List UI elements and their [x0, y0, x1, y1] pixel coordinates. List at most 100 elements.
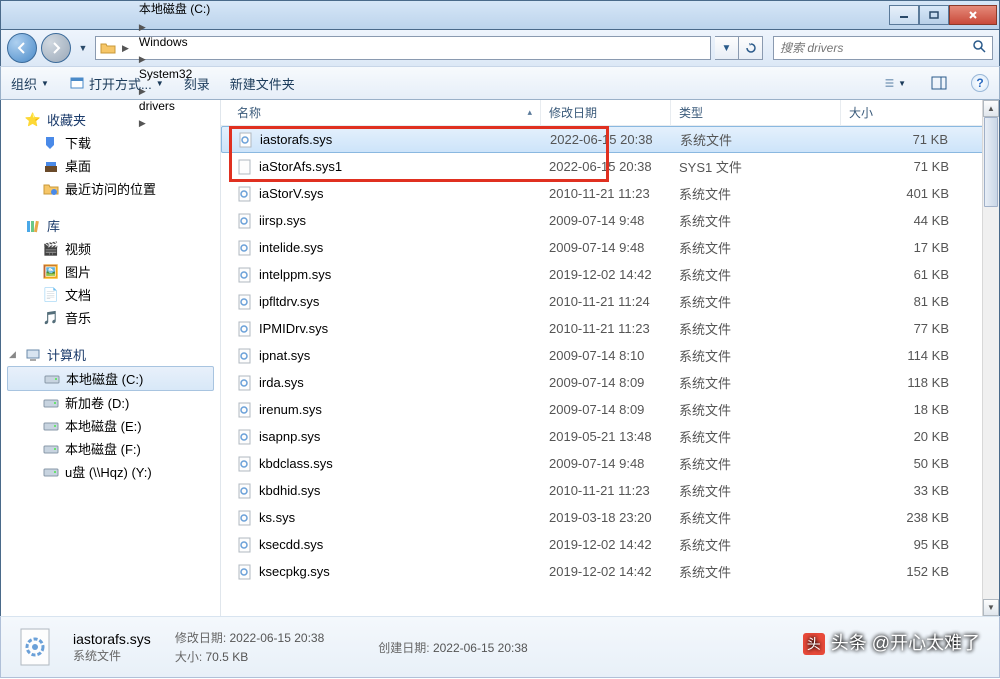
scroll-up-button[interactable]: ▲ [983, 100, 999, 117]
file-type: 系统文件 [671, 454, 841, 473]
expand-icon[interactable]: ◢ [9, 349, 16, 360]
open-icon [69, 75, 85, 91]
close-button[interactable] [949, 5, 997, 25]
nav-icon [43, 135, 59, 151]
file-name: isapnp.sys [259, 429, 320, 444]
column-size[interactable]: 大小 [841, 100, 999, 125]
search-input[interactable] [780, 41, 972, 55]
file-size: 71 KB [841, 159, 999, 174]
history-dropdown-button[interactable]: ▼ [715, 36, 739, 60]
nav-library-item[interactable]: 🖼️图片 [1, 260, 220, 283]
nav-library-item[interactable]: 🎬视频 [1, 237, 220, 260]
file-row[interactable]: ksecdd.sys2019-12-02 14:42系统文件95 KB [221, 531, 999, 558]
scroll-thumb[interactable] [984, 117, 998, 207]
file-row[interactable]: iirsp.sys2009-07-14 9:48系统文件44 KB [221, 207, 999, 234]
address-bar[interactable]: ▶ 计算机▶本地磁盘 (C:)▶Windows▶System32▶drivers… [95, 36, 711, 60]
file-date: 2010-11-21 11:23 [541, 186, 671, 201]
vertical-scrollbar[interactable]: ▲ ▼ [982, 100, 999, 616]
help-button[interactable]: ? [971, 74, 989, 92]
file-size: 50 KB [841, 456, 999, 471]
file-size: 44 KB [841, 213, 999, 228]
nav-drive-item[interactable]: 本地磁盘 (C:) [7, 366, 214, 391]
breadcrumb-separator[interactable]: ▶ [135, 22, 150, 32]
file-row[interactable]: ipnat.sys2009-07-14 8:10系统文件114 KB [221, 342, 999, 369]
details-filename: iastorafs.sys [73, 631, 151, 647]
file-date: 2019-05-21 13:48 [541, 429, 671, 444]
file-icon [237, 483, 253, 499]
file-size: 71 KB [842, 132, 998, 147]
file-row[interactable]: intelide.sys2009-07-14 9:48系统文件17 KB [221, 234, 999, 261]
file-row[interactable]: iaStorAfs.sys12022-06-15 20:38SYS1 文件71 … [221, 153, 999, 180]
file-icon [237, 429, 253, 445]
nav-drive-item[interactable]: u盘 (\\Hqz) (Y:) [1, 460, 220, 483]
scroll-down-button[interactable]: ▼ [983, 599, 999, 616]
file-date: 2010-11-21 11:23 [541, 321, 671, 336]
file-name: ksecdd.sys [259, 537, 323, 552]
file-size: 81 KB [841, 294, 999, 309]
nav-library-item[interactable]: 🎵音乐 [1, 306, 220, 329]
file-row[interactable]: irda.sys2009-07-14 8:09系统文件118 KB [221, 369, 999, 396]
file-row[interactable]: kbdhid.sys2010-11-21 11:23系统文件33 KB [221, 477, 999, 504]
favorites-group[interactable]: ⭐收藏夹 [1, 108, 220, 131]
search-box[interactable] [773, 36, 993, 60]
open-with-menu[interactable]: 打开方式... ▼ [69, 74, 164, 93]
details-pane: iastorafs.sys 系统文件 修改日期: 2022-06-15 20:3… [0, 616, 1000, 678]
nav-favorite-item[interactable]: 桌面 [1, 154, 220, 177]
computer-icon [25, 347, 41, 363]
disk-icon [43, 441, 59, 457]
forward-button[interactable] [41, 33, 71, 63]
column-name[interactable]: 名称▴ [221, 100, 541, 125]
file-row[interactable]: ipfltdrv.sys2010-11-21 11:24系统文件81 KB [221, 288, 999, 315]
nav-icon: 🎬 [43, 241, 59, 257]
file-row[interactable]: kbdclass.sys2009-07-14 9:48系统文件50 KB [221, 450, 999, 477]
file-row[interactable]: iaStorV.sys2010-11-21 11:23系统文件401 KB [221, 180, 999, 207]
computer-group[interactable]: ◢计算机 [1, 343, 220, 366]
nav-history-dropdown[interactable]: ▼ [75, 38, 91, 58]
burn-button[interactable]: 刻录 [184, 74, 210, 93]
preview-pane-button[interactable] [927, 72, 951, 94]
file-date: 2009-07-14 8:09 [541, 402, 671, 417]
minimize-button[interactable] [889, 5, 919, 25]
file-row[interactable]: ksecpkg.sys2019-12-02 14:42系统文件152 KB [221, 558, 999, 585]
folder-icon [100, 40, 116, 56]
file-row[interactable]: ks.sys2019-03-18 23:20系统文件238 KB [221, 504, 999, 531]
nav-drive-item[interactable]: 新加卷 (D:) [1, 391, 220, 414]
column-date[interactable]: 修改日期 [541, 100, 671, 125]
file-size: 238 KB [841, 510, 999, 525]
file-size: 118 KB [841, 375, 999, 390]
view-options-button[interactable]: ▼ [883, 72, 907, 94]
nav-drive-item[interactable]: 本地磁盘 (E:) [1, 414, 220, 437]
file-date: 2019-12-02 14:42 [541, 267, 671, 282]
file-name: iastorafs.sys [260, 132, 332, 147]
file-icon [237, 321, 253, 337]
nav-favorite-item[interactable]: 下载 [1, 131, 220, 154]
refresh-button[interactable] [739, 36, 763, 60]
file-row[interactable]: IPMIDrv.sys2010-11-21 11:23系统文件77 KB [221, 315, 999, 342]
file-icon [237, 510, 253, 526]
file-row[interactable]: iastorafs.sys2022-06-15 20:38系统文件71 KB [221, 126, 999, 153]
column-type[interactable]: 类型 [671, 100, 841, 125]
column-headers: 名称▴ 修改日期 类型 大小 [221, 100, 999, 126]
nav-icon: 🖼️ [43, 264, 59, 280]
file-type: 系统文件 [671, 292, 841, 311]
new-folder-button[interactable]: 新建文件夹 [230, 74, 295, 93]
file-icon [237, 186, 253, 202]
breadcrumb-item[interactable]: Windows [135, 35, 214, 49]
nav-favorite-item[interactable]: 最近访问的位置 [1, 177, 220, 200]
nav-library-item[interactable]: 📄文档 [1, 283, 220, 306]
organize-menu[interactable]: 组织 ▼ [11, 74, 49, 93]
file-row[interactable]: intelppm.sys2019-12-02 14:42系统文件61 KB [221, 261, 999, 288]
back-button[interactable] [7, 33, 37, 63]
file-row[interactable]: irenum.sys2009-07-14 8:09系统文件18 KB [221, 396, 999, 423]
file-icon [237, 564, 253, 580]
breadcrumb-separator[interactable]: ▶ [118, 43, 133, 54]
file-name: IPMIDrv.sys [259, 321, 328, 336]
breadcrumb-separator[interactable]: ▶ [135, 54, 150, 64]
file-type: SYS1 文件 [671, 157, 841, 176]
breadcrumb-item[interactable]: 本地磁盘 (C:) [135, 0, 214, 17]
maximize-button[interactable] [919, 5, 949, 25]
file-type: 系统文件 [671, 346, 841, 365]
file-row[interactable]: isapnp.sys2019-05-21 13:48系统文件20 KB [221, 423, 999, 450]
libraries-group[interactable]: 库 [1, 214, 220, 237]
nav-drive-item[interactable]: 本地磁盘 (F:) [1, 437, 220, 460]
